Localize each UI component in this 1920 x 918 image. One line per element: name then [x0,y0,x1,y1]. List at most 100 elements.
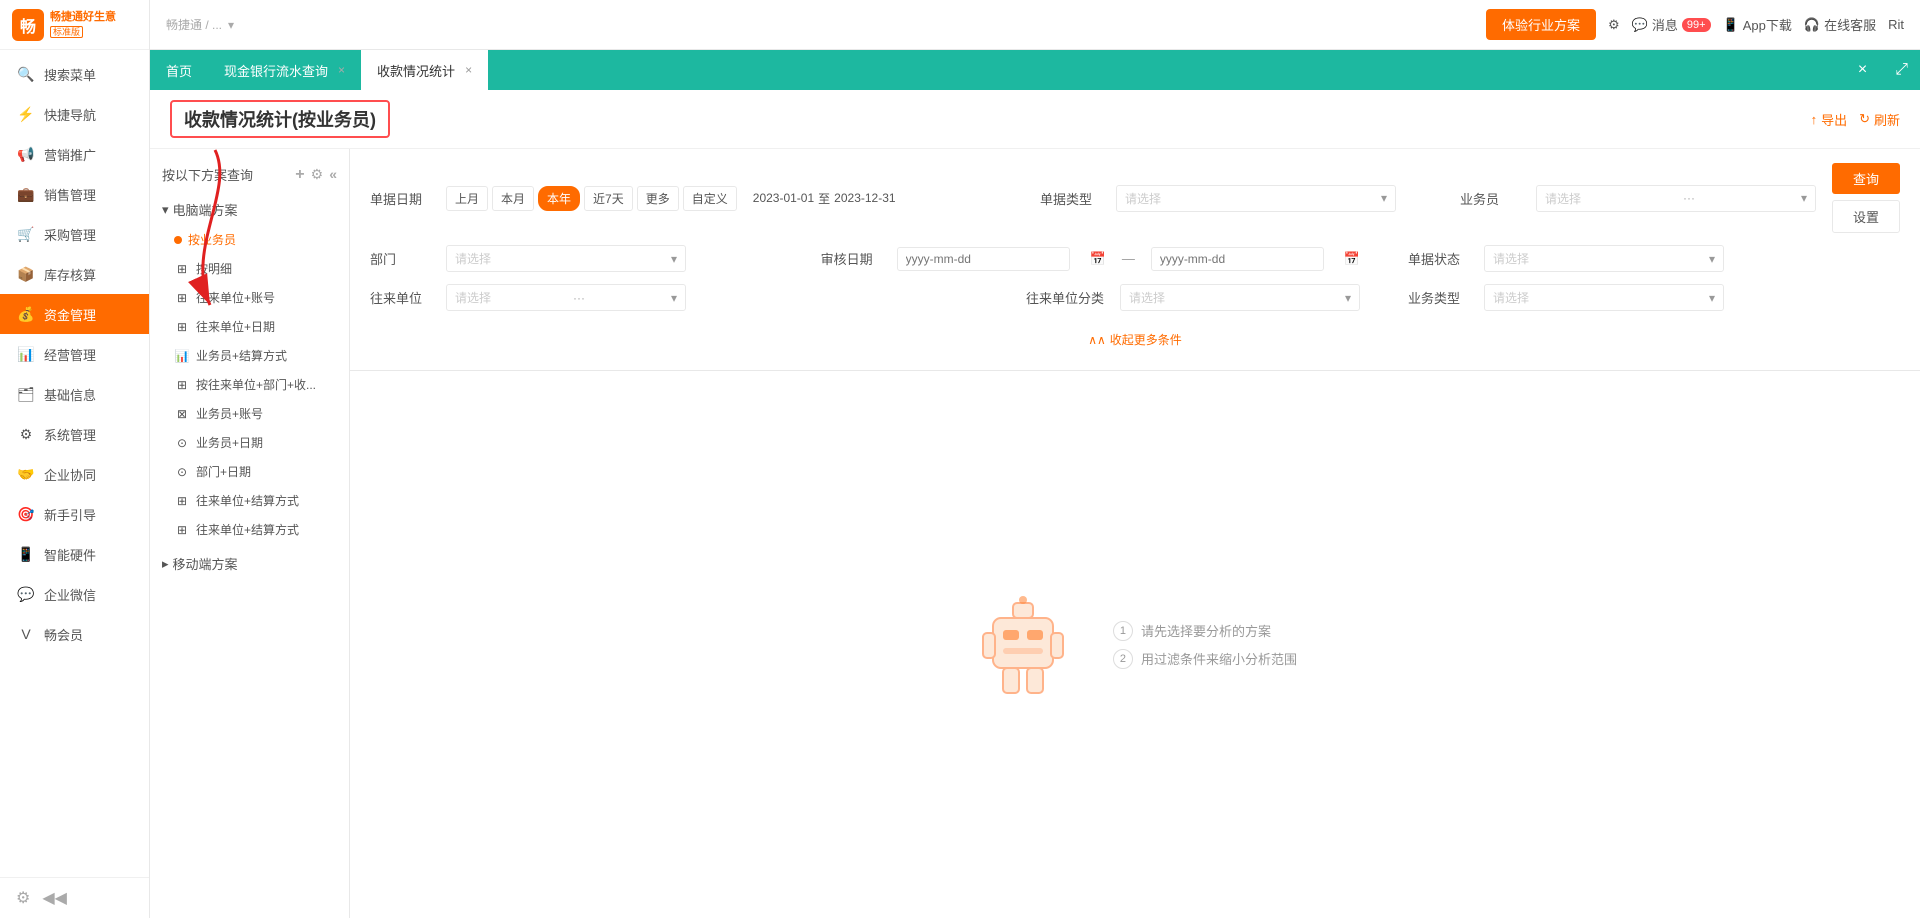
sidebar-nav: 🔍 搜索菜单 ⚡ 快捷导航 📢 营销推广 💼 销售管理 🛒 采购管理 📦 库存核… [0,50,149,877]
filter-row-3: 往来单位 请选择 ··· ▾ 往来单位分类 请选择 ▾ 业务类型 [370,284,1900,311]
scheme-unit-dept-collect[interactable]: ⊞ 按往来单位+部门+收... [150,370,349,399]
doc-type-select[interactable]: 请选择 ▾ [1116,185,1396,212]
export-icon: ↑ [1811,112,1818,127]
collapse-sidebar-icon[interactable]: ◀◀ [42,888,67,908]
sidebar-item-purchase[interactable]: 🛒 采购管理 [0,214,149,254]
sidebar-item-wechat[interactable]: 💬 企业微信 [0,574,149,614]
scheme-unit-settle2[interactable]: ⊞ 往来单位+结算方式 [150,515,349,544]
collapse-panel-icon[interactable]: « [329,166,337,184]
scheme-salesperson-account[interactable]: ⊠ 业务员+账号 [150,399,349,428]
date-btn-this-year[interactable]: 本年 [538,186,580,211]
detail-icon: ⊞ [174,261,190,277]
tab-home[interactable]: 首页 [150,50,208,90]
doc-status-select[interactable]: 请选择 ▾ [1484,245,1724,272]
tab-collection-stats-label: 收款情况统计 [377,61,455,80]
date-btn-last-month[interactable]: 上月 [446,186,488,211]
sidebar-item-marketing[interactable]: 📢 营销推广 [0,134,149,174]
partner-class-chevron: ▾ [1345,291,1351,305]
date-quick-buttons: 上月 本月 本年 近7天 更多 自定义 [446,186,737,211]
partner-class-select[interactable]: 请选择 ▾ [1120,284,1360,311]
calendar-to-icon[interactable]: 📅 [1344,251,1360,267]
desktop-section-title[interactable]: ▾ 电脑端方案 [150,194,349,225]
date-btn-more[interactable]: 更多 [637,186,679,211]
empty-step-2: 2 用过滤条件来缩小分析范围 [1113,649,1297,669]
partner-select[interactable]: 请选择 ··· ▾ [446,284,686,311]
scheme-settings-icon[interactable]: ⚙ [311,166,324,184]
sidebar-item-vip[interactable]: V 畅会员 [0,614,149,654]
salesperson-settle-icon: 📊 [174,348,190,364]
empty-illustration [973,588,1073,701]
add-scheme-icon[interactable]: + [295,166,304,184]
collapse-bar[interactable]: ∧∧ 收起更多条件 [370,323,1900,356]
scheme-unit-date[interactable]: ⊞ 往来单位+日期 [150,312,349,341]
settings-action[interactable]: ⚙ [1608,17,1620,33]
notification-badge: 99+ [1682,18,1711,32]
trial-button[interactable]: 体验行业方案 [1486,9,1596,40]
sidebar-item-quick-nav[interactable]: ⚡ 快捷导航 [0,94,149,134]
sidebar-item-enterprise[interactable]: 🤝 企业协同 [0,454,149,494]
dept-select[interactable]: 请选择 ▾ [446,245,686,272]
refresh-button[interactable]: ↻ 刷新 [1859,110,1900,129]
customer-service-action[interactable]: 🎧 在线客服 [1804,15,1876,34]
filter-row-1: 单据日期 上月 本月 本年 近7天 更多 自定义 2023-01-01 至 20… [370,163,1900,233]
basic-icon: 🗂 [16,384,36,404]
expand-tabs-icon[interactable]: ⤢ [1883,61,1920,79]
scheme-unit-account[interactable]: ⊞ 往来单位+账号 [150,283,349,312]
review-date-to[interactable] [1151,247,1324,271]
notifications-action[interactable]: 💬 消息 99+ [1632,15,1711,34]
tab-home-label: 首页 [166,61,192,80]
system-icon: ⚙ [16,424,36,444]
date-btn-custom[interactable]: 自定义 [683,186,737,211]
sidebar-item-finance[interactable]: 💰 资金管理 [0,294,149,334]
review-date-from[interactable] [897,247,1070,271]
sidebar-item-basic[interactable]: 🗂 基础信息 [0,374,149,414]
sidebar-item-guide[interactable]: 🎯 新手引导 [0,494,149,534]
empty-content: 1 请先选择要分析的方案 2 用过滤条件来缩小分析范围 [973,588,1297,701]
mobile-section-title[interactable]: ▸ 移动端方案 [150,548,349,579]
unit-date-icon: ⊞ [174,319,190,335]
scheme-by-salesperson[interactable]: 按业务员 [150,225,349,254]
salesperson-select[interactable]: 请选择 ··· ▾ [1536,185,1816,212]
query-button[interactable]: 查询 [1832,163,1900,194]
user-name: Rit [1888,17,1904,32]
purchase-icon: 🛒 [16,224,36,244]
sidebar-item-operation[interactable]: 📊 经营管理 [0,334,149,374]
tab-collection-stats-close[interactable]: × [465,63,472,77]
sidebar-item-sales[interactable]: 💼 销售管理 [0,174,149,214]
sidebar-item-search-menu[interactable]: 🔍 搜索菜单 [0,54,149,94]
calendar-from-icon[interactable]: 📅 [1090,251,1106,267]
dept-date-icon: ⊙ [174,464,190,480]
scheme-dept-date[interactable]: ⊙ 部门+日期 [150,457,349,486]
sidebar-item-system[interactable]: ⚙ 系统管理 [0,414,149,454]
salesperson-more-icon[interactable]: ··· [1683,191,1695,205]
scheme-unit-settle1[interactable]: ⊞ 往来单位+结算方式 [150,486,349,515]
active-dot [174,236,182,244]
mobile-section: ▸ 移动端方案 [150,548,349,579]
partner-more-icon[interactable]: ··· [573,291,585,305]
app-download-action[interactable]: 📱 App下载 [1723,15,1792,34]
biz-type-select[interactable]: 请选择 ▾ [1484,284,1724,311]
tab-collection-stats[interactable]: 收款情况统计 × [361,50,488,90]
logo-area: 畅 畅捷通好生意 标准版 [0,0,149,50]
sales-icon: 💼 [16,184,36,204]
user-name-action[interactable]: Rit [1888,17,1904,32]
date-btn-this-month[interactable]: 本月 [492,186,534,211]
settings-bottom-icon[interactable]: ⚙ [16,888,30,908]
scheme-salesperson-date[interactable]: ⊙ 业务员+日期 [150,428,349,457]
scheme-by-detail[interactable]: ⊞ 按明细 [150,254,349,283]
filter-row-2: 部门 请选择 ▾ 审核日期 📅 — 📅 单据状态 请选择 [370,245,1900,272]
unit-dept-icon: ⊞ [174,377,190,393]
tab-bank-flow-close[interactable]: × [338,63,345,77]
breadcrumb-chevron[interactable]: ▾ [228,18,234,32]
close-all-tabs-icon[interactable]: × [1842,61,1883,79]
quick-nav-icon: ⚡ [16,104,36,124]
export-button[interactable]: ↑ 导出 [1811,110,1848,129]
action-buttons: 查询 设置 [1832,163,1900,233]
sidebar-item-hardware[interactable]: 📱 智能硬件 [0,534,149,574]
scheme-salesperson-settle[interactable]: 📊 业务员+结算方式 [150,341,349,370]
date-btn-last-7-days[interactable]: 近7天 [584,186,633,211]
date-from: 2023-01-01 [753,191,814,205]
settings-button[interactable]: 设置 [1832,200,1900,233]
sidebar-item-inventory[interactable]: 📦 库存核算 [0,254,149,294]
tab-bank-flow[interactable]: 现金银行流水查询 × [208,50,361,90]
